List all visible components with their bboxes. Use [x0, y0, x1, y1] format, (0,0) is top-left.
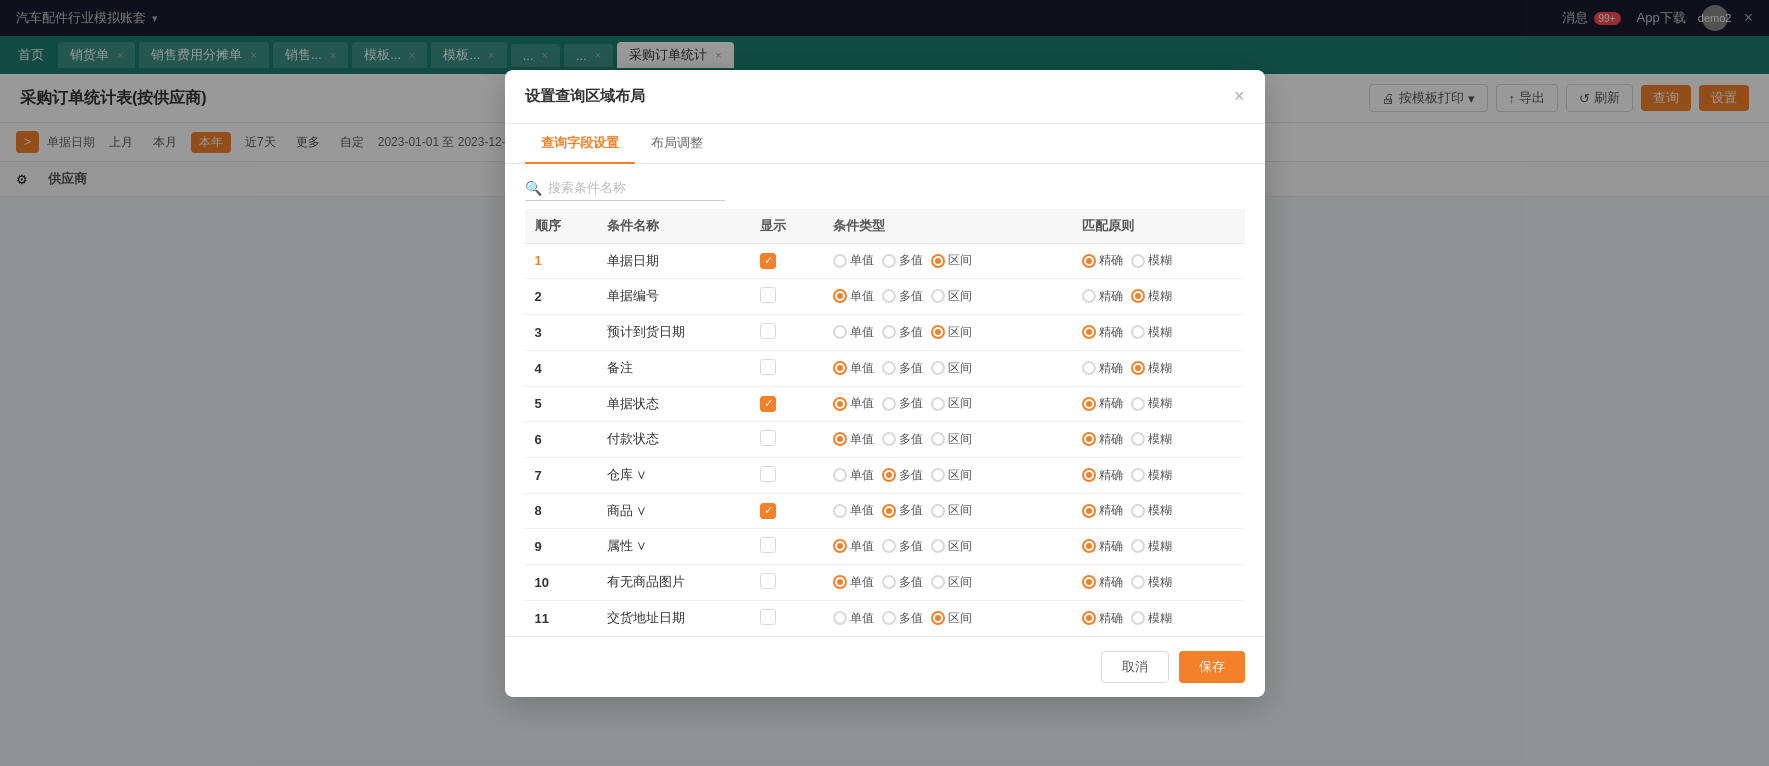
modal-overlay: 设置查询区域布局 × 查询字段设置 布局调整 🔍 顺序 条件名称 显示	[0, 0, 1769, 197]
search-box: 🔍	[525, 176, 725, 198]
search-icon: 🔍	[525, 180, 542, 196]
tab-query-fields[interactable]: 查询字段设置	[525, 124, 635, 164]
modal-close-button[interactable]: ×	[1234, 86, 1245, 107]
modal-search-area: 🔍	[505, 164, 1265, 198]
tab-layout-adjust[interactable]: 布局调整	[635, 124, 719, 164]
modal-title: 设置查询区域布局	[525, 87, 645, 106]
modal-dialog: 设置查询区域布局 × 查询字段设置 布局调整 🔍 顺序 条件名称 显示	[505, 70, 1265, 198]
modal-header: 设置查询区域布局 ×	[505, 70, 1265, 124]
modal-tabs: 查询字段设置 布局调整	[505, 124, 1265, 164]
search-input[interactable]	[548, 180, 708, 195]
